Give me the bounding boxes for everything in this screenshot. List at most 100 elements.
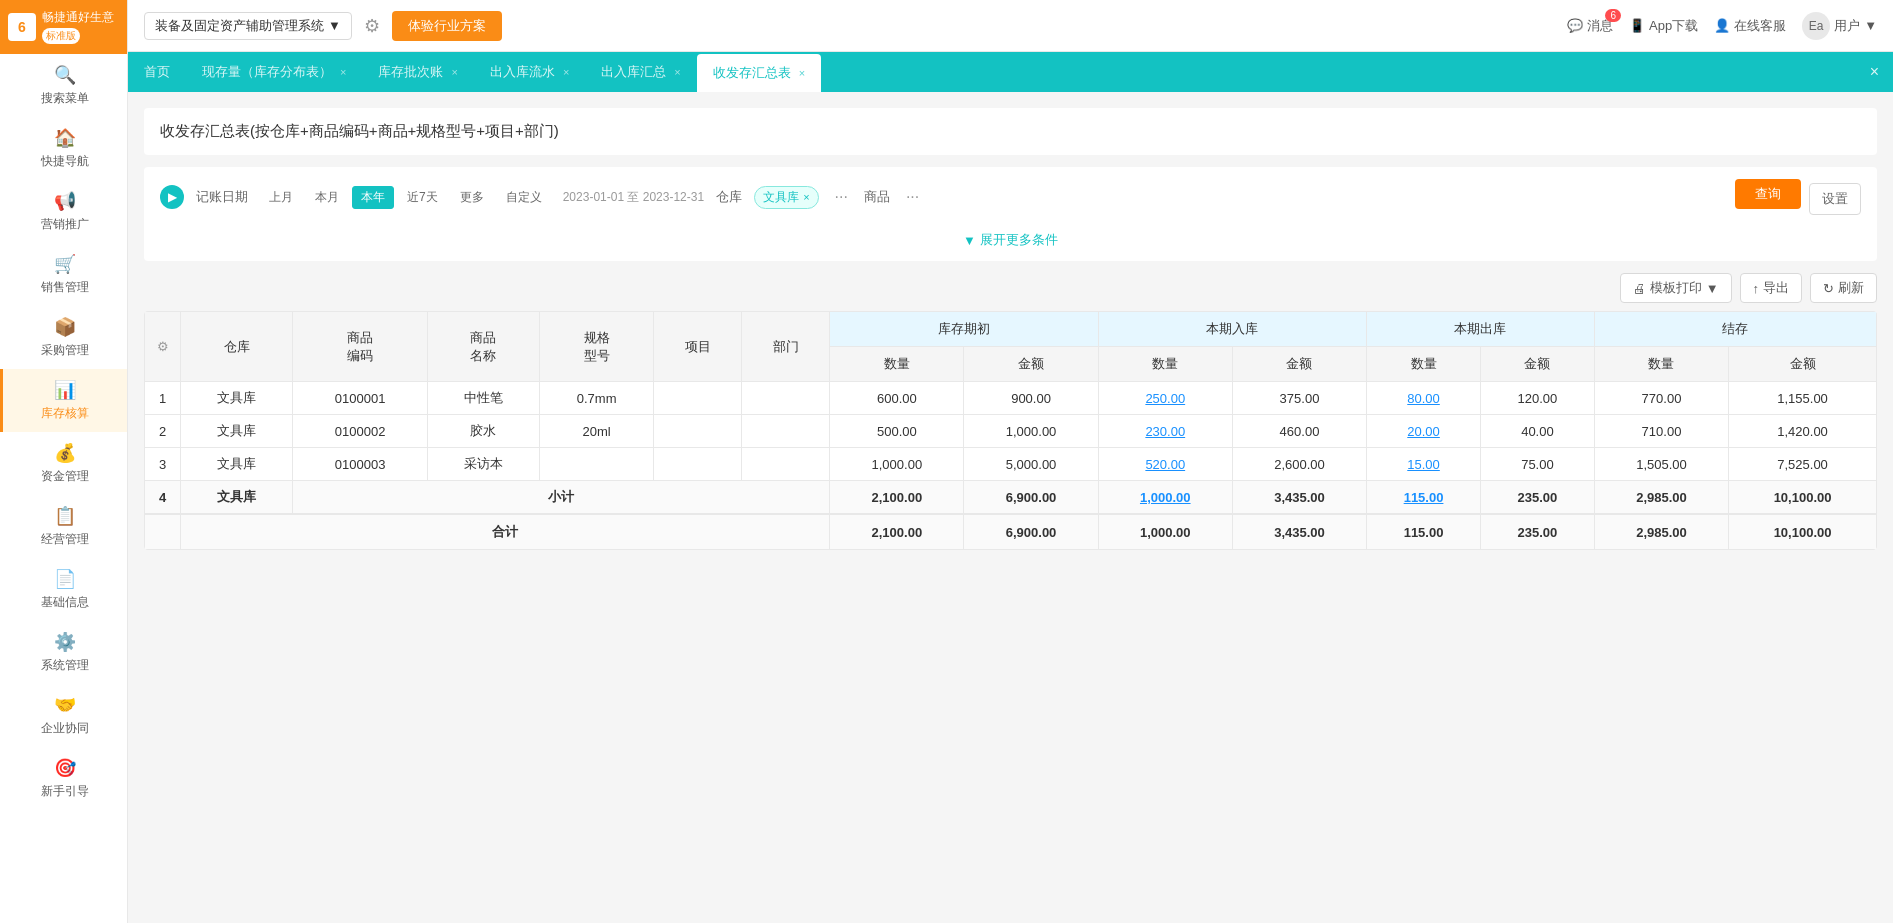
sidebar-icon: 🏠 (54, 127, 76, 149)
tab-close-icon[interactable]: × (674, 66, 680, 78)
total-in-qty: 1,000.00 (1098, 514, 1232, 550)
tab-close-icon[interactable]: × (340, 66, 346, 78)
sidebar-item-新手引导[interactable]: 🎯 新手引导 (0, 747, 127, 810)
expand-icon: ▼ (963, 233, 976, 248)
subtotal-in-qty-link[interactable]: 1,000.00 (1140, 490, 1191, 505)
page-title: 收发存汇总表(按仓库+商品编码+商品+规格型号+项目+部门) (160, 122, 1861, 141)
expand-filter-btn[interactable]: ▼ 展开更多条件 (963, 231, 1058, 249)
page-title-bar: 收发存汇总表(按仓库+商品编码+商品+规格型号+项目+部门) (144, 108, 1877, 155)
support-icon: 👤 (1714, 18, 1730, 33)
date-btn-本月[interactable]: 本月 (306, 186, 348, 209)
sidebar-item-搜索菜单[interactable]: 🔍搜索菜单 (0, 54, 127, 117)
sidebar-item-资金管理[interactable]: 💰资金管理 (0, 432, 127, 495)
date-shortcuts: 上月本月本年近7天更多自定义 (260, 186, 551, 209)
date-btn-更多[interactable]: 更多 (451, 186, 493, 209)
col-balance-amt-header: 金额 (1729, 347, 1877, 382)
gear-icon[interactable]: ⚙ (364, 15, 380, 37)
tab-close-icon[interactable]: × (451, 66, 457, 78)
subtotal-index: 4 (145, 481, 181, 515)
col-in-qty-header: 数量 (1098, 347, 1232, 382)
system-title: 装备及固定资产辅助管理系统 (155, 17, 324, 35)
cell-in-qty: 250.00 (1098, 382, 1232, 415)
sidebar-item-营销推广[interactable]: 📢营销推广 (0, 180, 127, 243)
sidebar-item-销售管理[interactable]: 🛒销售管理 (0, 243, 127, 306)
sidebar-item-经营管理[interactable]: 📋经营管理 (0, 495, 127, 558)
total-row: 合计 2,100.00 6,900.00 1,000.00 3,435.00 1… (145, 514, 1877, 550)
col-warehouse-header: 仓库 (181, 312, 293, 382)
sidebar-label: 新手引导 (41, 783, 89, 800)
cell-project (654, 448, 742, 481)
cell-warehouse: 文具库 (181, 382, 293, 415)
user-menu[interactable]: Ea 用户 ▼ (1802, 12, 1877, 40)
system-selector[interactable]: 装备及固定资产辅助管理系统 ▼ (144, 12, 352, 40)
table-wrapper: ⚙ 仓库 商品编码 商品名称 规格型号 项目 部门 库存期初 本期入库 本期出库… (144, 311, 1877, 550)
subtotal-row: 4 文具库 小计 2,100.00 6,900.00 1,000.00 3,43… (145, 481, 1877, 515)
sidebar-icon: 🎯 (54, 757, 76, 779)
in-qty-link[interactable]: 230.00 (1145, 424, 1185, 439)
tab-bar-close-btn[interactable]: × (1856, 53, 1893, 91)
sidebar-icon: ⚙️ (54, 631, 76, 653)
tab-close-icon[interactable]: × (563, 66, 569, 78)
out-qty-link[interactable]: 20.00 (1407, 424, 1440, 439)
col-gear-header[interactable]: ⚙ (145, 312, 181, 382)
setting-button[interactable]: 设置 (1809, 183, 1861, 215)
cell-balance-amt: 1,420.00 (1729, 415, 1877, 448)
sidebar-item-快捷导航[interactable]: 🏠 快捷导航 (0, 117, 127, 180)
col-opening-header: 库存期初 (830, 312, 1098, 347)
refresh-button[interactable]: ↻ 刷新 (1810, 273, 1877, 303)
sidebar-label: 快捷导航 (41, 153, 89, 170)
total-out-amt: 235.00 (1480, 514, 1594, 550)
col-in-amt-header: 金额 (1232, 347, 1366, 382)
col-department-header: 部门 (742, 312, 830, 382)
out-qty-link[interactable]: 80.00 (1407, 391, 1440, 406)
date-btn-上月[interactable]: 上月 (260, 186, 302, 209)
sidebar-item-库存核算[interactable]: 📊库存核算 (0, 369, 127, 432)
out-qty-link[interactable]: 15.00 (1407, 457, 1440, 472)
tab-label: 库存批次账 (378, 63, 443, 81)
warehouse-more-btn[interactable]: ··· (831, 188, 852, 206)
trial-button[interactable]: 体验行业方案 (392, 11, 502, 41)
subtotal-out-qty-link[interactable]: 115.00 (1404, 490, 1444, 505)
in-qty-link[interactable]: 520.00 (1145, 457, 1185, 472)
tab-label: 出入库流水 (490, 63, 555, 81)
date-btn-本年[interactable]: 本年 (352, 186, 394, 209)
total-opening-qty: 2,100.00 (830, 514, 964, 550)
cell-out-qty: 15.00 (1367, 448, 1481, 481)
tab-现存量（库存分布表）[interactable]: 现存量（库存分布表）× (186, 53, 362, 91)
app-download-button[interactable]: 📱 App下载 (1629, 17, 1698, 35)
sidebar-item-企业协同[interactable]: 🤝企业协同 (0, 684, 127, 747)
tab-label: 出入库汇总 (601, 63, 666, 81)
warehouse-label: 仓库 (716, 188, 742, 206)
sidebar-item-基础信息[interactable]: 📄基础信息 (0, 558, 127, 621)
col-goods-name-header: 商品名称 (427, 312, 539, 382)
col-balance-qty-header: 数量 (1594, 347, 1728, 382)
tab-出入库流水[interactable]: 出入库流水 × (474, 53, 585, 91)
in-qty-link[interactable]: 250.00 (1145, 391, 1185, 406)
date-btn-近7天[interactable]: 近7天 (398, 186, 447, 209)
export-button[interactable]: ↑ 导出 (1740, 273, 1803, 303)
date-btn-自定义[interactable]: 自定义 (497, 186, 551, 209)
online-support-button[interactable]: 👤 在线客服 (1714, 17, 1786, 35)
total-gear (145, 514, 181, 550)
cell-opening-qty: 600.00 (830, 382, 964, 415)
tab-库存批次账[interactable]: 库存批次账 × (362, 53, 473, 91)
tab-label: 首页 (144, 63, 170, 81)
subtotal-in-amt: 3,435.00 (1232, 481, 1366, 515)
print-button[interactable]: 🖨 模板打印 ▼ (1620, 273, 1732, 303)
tab-出入库汇总[interactable]: 出入库汇总 × (585, 53, 696, 91)
sidebar-item-采购管理[interactable]: 📦采购管理 (0, 306, 127, 369)
tab-收发存汇总表[interactable]: 收发存汇总表× (697, 54, 821, 92)
cell-department (742, 382, 830, 415)
cell-goods-name: 胶水 (427, 415, 539, 448)
warehouse-tag-close[interactable]: × (803, 191, 809, 203)
avatar: Ea (1802, 12, 1830, 40)
messages-button[interactable]: 💬 消息 6 (1567, 17, 1613, 35)
goods-more-btn[interactable]: ··· (902, 188, 923, 206)
tab-首页[interactable]: 首页 (128, 53, 186, 91)
tab-close-icon[interactable]: × (799, 67, 805, 79)
sidebar-item-系统管理[interactable]: ⚙️ 系统管理 (0, 621, 127, 684)
sidebar-label: 系统管理 (41, 657, 89, 674)
sidebar-label: 营销推广 (41, 216, 89, 233)
query-button[interactable]: 查询 (1735, 179, 1801, 209)
filter-toggle-btn[interactable]: ▶ (160, 185, 184, 209)
